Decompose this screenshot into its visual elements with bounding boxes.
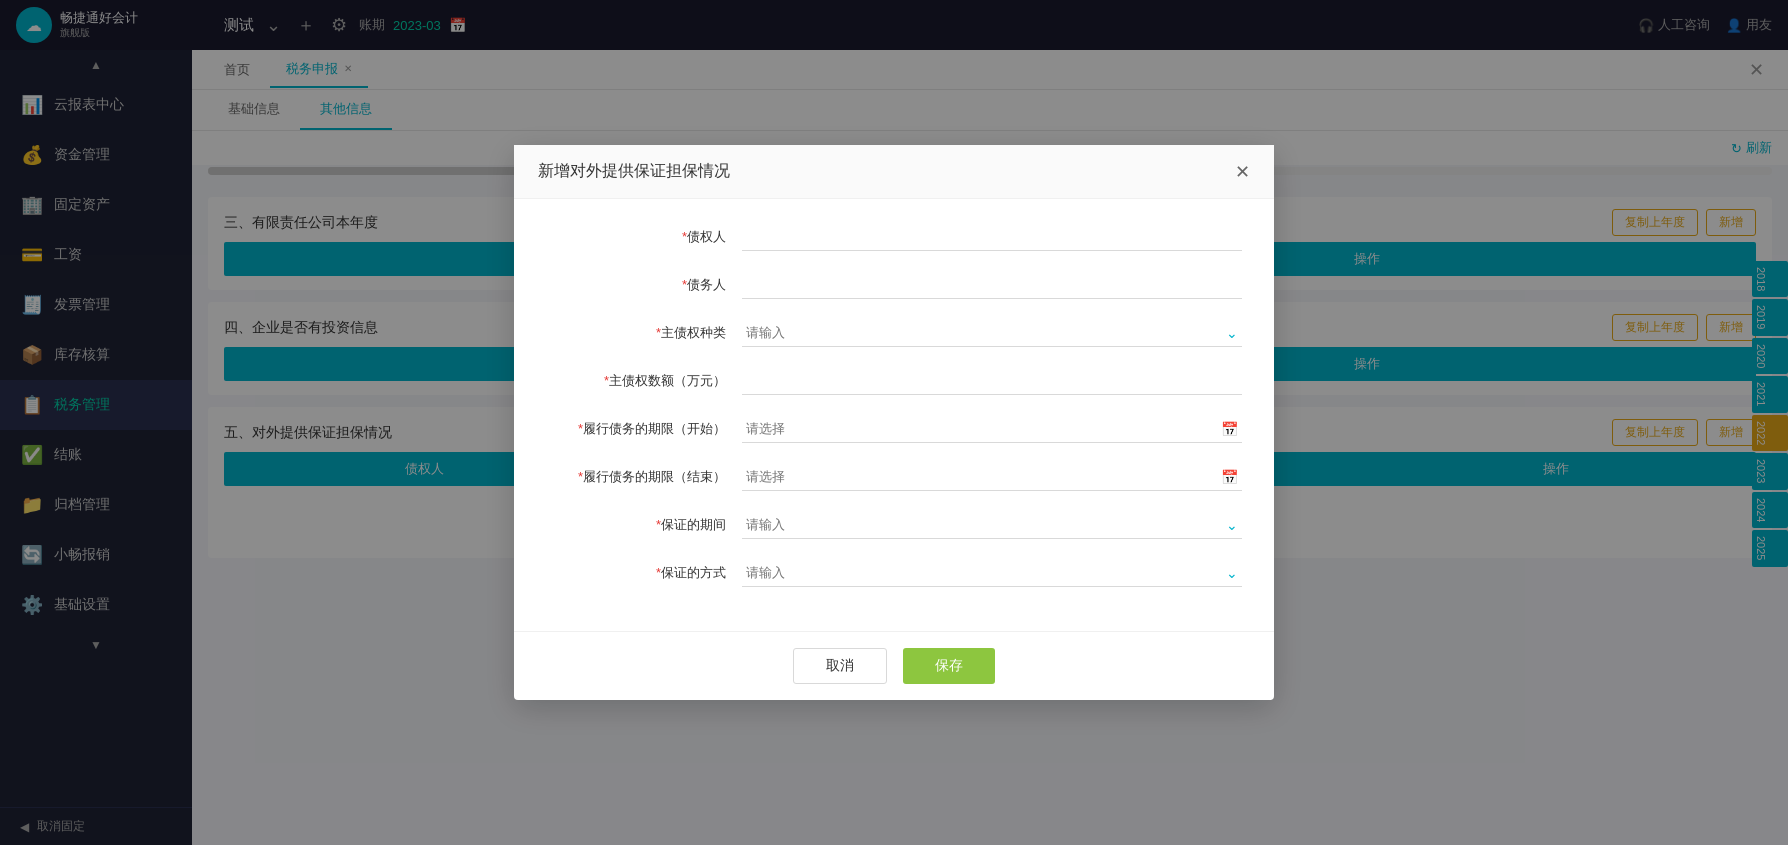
label-creditor: *债权人 <box>546 228 726 246</box>
select-wrapper-guarantee-period: ⌄ <box>742 511 1242 539</box>
calendar-start-icon[interactable]: 📅 <box>1217 421 1242 437</box>
calendar-end-icon[interactable]: 📅 <box>1217 469 1242 485</box>
modal-add-guarantee: 新增对外提供保证担保情况 ✕ *债权人 *债务人 * <box>514 145 1274 700</box>
label-period-end: *履行债务的期限（结束） <box>546 468 726 486</box>
input-guarantee-period[interactable] <box>742 511 1222 538</box>
save-button[interactable]: 保存 <box>903 648 995 684</box>
date-wrapper-period-end: 📅 <box>742 463 1242 491</box>
label-guarantee-period: *保证的期间 <box>546 516 726 534</box>
label-guarantee-method: *保证的方式 <box>546 564 726 582</box>
label-debt-amount: *主债权数额（万元） <box>546 372 726 390</box>
label-debtor: *债务人 <box>546 276 726 294</box>
select-wrapper-guarantee-method: ⌄ <box>742 559 1242 587</box>
input-creditor[interactable] <box>742 223 1242 251</box>
modal-body: *债权人 *债务人 *主债权种类 ⌄ <box>514 199 1274 631</box>
form-row-period-start: *履行债务的期限（开始） 📅 <box>546 415 1242 443</box>
modal-header: 新增对外提供保证担保情况 ✕ <box>514 145 1274 199</box>
input-period-end[interactable] <box>742 463 1217 490</box>
label-period-start: *履行债务的期限（开始） <box>546 420 726 438</box>
modal-close-btn[interactable]: ✕ <box>1235 163 1250 181</box>
chevron-guarantee-method[interactable]: ⌄ <box>1222 565 1242 581</box>
form-row-debtor: *债务人 <box>546 271 1242 299</box>
chevron-debt-type[interactable]: ⌄ <box>1222 325 1242 341</box>
form-row-guarantee-period: *保证的期间 ⌄ <box>546 511 1242 539</box>
input-debt-type[interactable] <box>742 319 1222 346</box>
input-guarantee-method[interactable] <box>742 559 1222 586</box>
select-wrapper-debt-type: ⌄ <box>742 319 1242 347</box>
date-wrapper-period-start: 📅 <box>742 415 1242 443</box>
input-debtor[interactable] <box>742 271 1242 299</box>
cancel-button[interactable]: 取消 <box>793 648 887 684</box>
input-period-start[interactable] <box>742 415 1217 442</box>
modal-overlay: 新增对外提供保证担保情况 ✕ *债权人 *债务人 * <box>0 0 1788 845</box>
form-row-debt-amount: *主债权数额（万元） <box>546 367 1242 395</box>
modal-title: 新增对外提供保证担保情况 <box>538 161 730 182</box>
form-row-guarantee-method: *保证的方式 ⌄ <box>546 559 1242 587</box>
modal-footer: 取消 保存 <box>514 631 1274 700</box>
chevron-guarantee-period[interactable]: ⌄ <box>1222 517 1242 533</box>
input-debt-amount[interactable] <box>742 367 1242 395</box>
form-row-creditor: *债权人 <box>546 223 1242 251</box>
form-row-debt-type: *主债权种类 ⌄ <box>546 319 1242 347</box>
form-row-period-end: *履行债务的期限（结束） 📅 <box>546 463 1242 491</box>
label-debt-type: *主债权种类 <box>546 324 726 342</box>
